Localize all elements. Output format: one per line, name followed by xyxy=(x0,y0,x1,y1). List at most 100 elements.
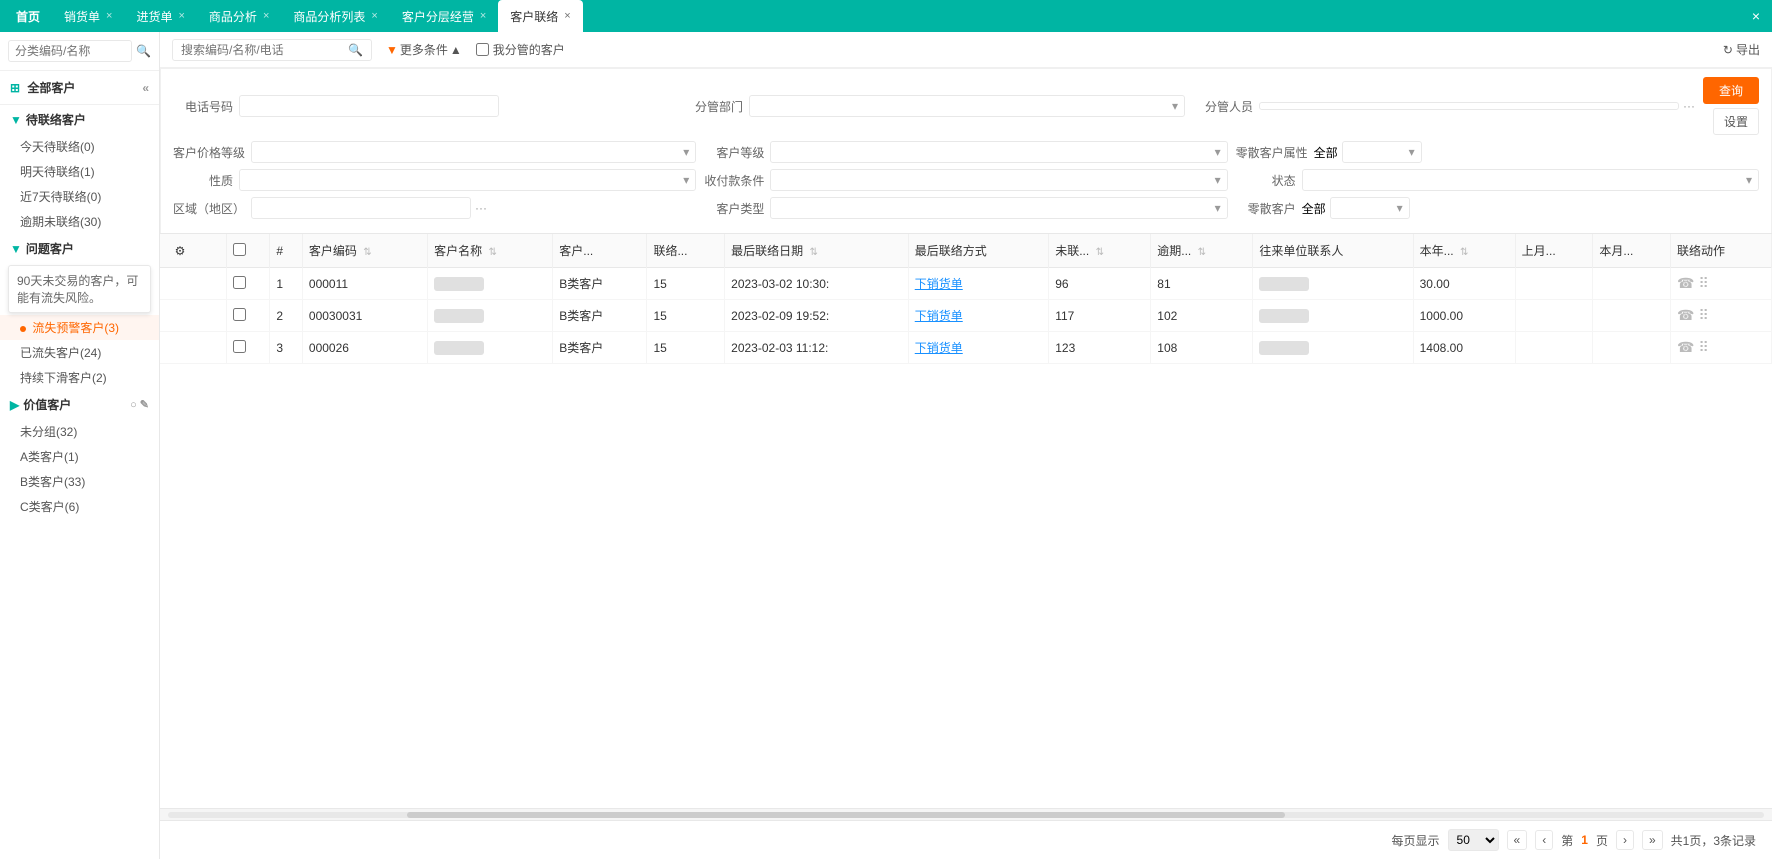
row-checkbox-2[interactable] xyxy=(227,332,270,364)
col-this-year[interactable]: 本年... ⇅ xyxy=(1413,234,1515,268)
window-close-button[interactable]: × xyxy=(1744,8,1768,24)
refresh-icon: ↻ xyxy=(1723,43,1733,57)
sidebar-item-a-class[interactable]: A类客户(1) xyxy=(0,444,159,469)
search-input[interactable] xyxy=(181,43,344,57)
retail-attr-select[interactable]: ▾ xyxy=(1342,141,1422,163)
status-select[interactable]: ▾ xyxy=(1302,169,1759,191)
sidebar-search-icon[interactable]: 🔍 xyxy=(136,44,151,58)
tab-product-list-close[interactable]: × xyxy=(371,10,377,22)
first-page-btn[interactable]: « xyxy=(1507,830,1528,850)
sort-icon-overdue: ⇅ xyxy=(1198,247,1206,258)
nature-select[interactable]: ▾ xyxy=(239,169,696,191)
col-no-contact[interactable]: 未联... ⇅ xyxy=(1049,234,1151,268)
sidebar-group-value[interactable]: ▶ 价值客户 ○ ✎ xyxy=(0,390,159,419)
col-checkbox[interactable] xyxy=(227,234,270,268)
payment-select[interactable]: ▾ xyxy=(770,169,1227,191)
row-this-month-2 xyxy=(1593,332,1671,364)
tab-purchase-close[interactable]: × xyxy=(178,10,184,22)
scrollbar-track[interactable] xyxy=(168,812,1764,818)
table-body: 1 000011 B类客户 15 2023-03-02 10:30: 下销货单 … xyxy=(160,268,1772,364)
sidebar-all-customers[interactable]: ⊞ 全部客户 « xyxy=(0,71,159,105)
row-last-month-1 xyxy=(1515,300,1593,332)
sidebar-item-c-class[interactable]: C类客户(6) xyxy=(0,494,159,519)
sidebar-item-ungroup[interactable]: 未分组(32) xyxy=(0,419,159,444)
row-index-2: 3 xyxy=(270,332,303,364)
row-contact-type-2[interactable]: 下销货单 xyxy=(908,332,1048,364)
last-page-btn[interactable]: » xyxy=(1642,830,1663,850)
sidebar-item-b-class[interactable]: B类客户(33) xyxy=(0,469,159,494)
sidebar-search-input[interactable] xyxy=(8,40,132,62)
sidebar-item-declining[interactable]: 持续下滑客户(2) xyxy=(0,365,159,390)
sidebar-item-week[interactable]: 近7天待联络(0) xyxy=(0,184,159,209)
tab-product-list[interactable]: 商品分析列表 × xyxy=(281,0,389,32)
sidebar-group-pending[interactable]: ▼ 待联络客户 xyxy=(0,105,159,134)
col-contact: 联络... xyxy=(647,234,725,268)
row-contact-type-1[interactable]: 下销货单 xyxy=(908,300,1048,332)
prev-page-btn[interactable]: ‹ xyxy=(1535,830,1553,850)
filter-more-btn[interactable]: ▼ 更多条件 ▲ xyxy=(380,38,468,61)
query-button[interactable]: 查询 xyxy=(1703,77,1759,104)
retail-value: 全部 xyxy=(1302,200,1326,217)
status-label: 状态 xyxy=(1236,172,1296,189)
col-last-contact-date[interactable]: 最后联络日期 ⇅ xyxy=(725,234,909,268)
tab-home[interactable]: 首页 xyxy=(4,0,52,32)
next-page-btn[interactable]: › xyxy=(1616,830,1634,850)
sidebar-item-tomorrow[interactable]: 明天待联络(1) xyxy=(0,159,159,184)
price-grade-select[interactable]: ▾ xyxy=(251,141,696,163)
sidebar-item-overdue[interactable]: 逾期未联络(30) xyxy=(0,209,159,234)
tab-product-analysis[interactable]: 商品分析 × xyxy=(197,0,281,32)
row-checkbox-0[interactable] xyxy=(227,268,270,300)
col-overdue[interactable]: 逾期... ⇅ xyxy=(1151,234,1253,268)
tab-customer-layer[interactable]: 客户分层经营 × xyxy=(390,0,498,32)
sidebar-item-today[interactable]: 今天待联络(0) xyxy=(0,134,159,159)
retail-select[interactable]: ▾ xyxy=(1330,197,1410,219)
action-more-icon-0[interactable]: ⠿ xyxy=(1699,275,1709,292)
dept-select[interactable]: ▾ xyxy=(749,95,1185,117)
customer-type-arrow: ▾ xyxy=(1215,201,1221,215)
row-name-2 xyxy=(428,332,553,364)
action-more-icon-2[interactable]: ⠿ xyxy=(1699,339,1709,356)
region-input[interactable] xyxy=(251,197,471,219)
my-customers-wrap[interactable]: 我分管的客户 xyxy=(476,41,565,58)
sidebar-item-churned[interactable]: 已流失客户(24) xyxy=(0,340,159,365)
region-more[interactable]: ··· xyxy=(475,201,487,215)
search-icon[interactable]: 🔍 xyxy=(348,43,363,57)
action-phone-icon-2[interactable]: ☎ xyxy=(1677,339,1694,356)
sidebar-collapse-icon: « xyxy=(142,81,149,95)
tab-sales[interactable]: 销货单 × xyxy=(52,0,124,32)
row-contact-0: 15 xyxy=(647,268,725,300)
scrollbar-thumb[interactable] xyxy=(407,812,1285,818)
col-gear[interactable]: ⚙ xyxy=(160,234,227,268)
tab-purchase[interactable]: 进货单 × xyxy=(124,0,196,32)
phone-input[interactable] xyxy=(239,95,499,117)
row-index-1: 2 xyxy=(270,300,303,332)
sidebar-item-churn-warning[interactable]: 流失预警客户(3) xyxy=(0,315,159,340)
sidebar-group-problem[interactable]: ▼ 问题客户 xyxy=(0,234,159,263)
row-checkbox-1[interactable] xyxy=(227,300,270,332)
row-code-1: 00030031 xyxy=(302,300,427,332)
horizontal-scrollbar[interactable] xyxy=(160,808,1772,820)
filter-field-retail-attr: 零散客户属性 全部 ▾ xyxy=(1236,141,1759,163)
tab-customer-contact[interactable]: 客户联络 × xyxy=(498,0,582,32)
manager-select[interactable] xyxy=(1259,102,1679,110)
tab-product-analysis-close[interactable]: × xyxy=(263,10,269,22)
sort-icon-code: ⇅ xyxy=(363,247,371,258)
row-contact-type-0[interactable]: 下销货单 xyxy=(908,268,1048,300)
sidebar-group-problem-label: 问题客户 xyxy=(26,240,74,257)
customer-type-select[interactable]: ▾ xyxy=(770,197,1227,219)
col-code[interactable]: 客户编码 ⇅ xyxy=(302,234,427,268)
my-customers-checkbox[interactable] xyxy=(476,43,489,56)
per-page-select[interactable]: 50 100 200 xyxy=(1448,829,1499,851)
manager-more-icon[interactable]: ··· xyxy=(1683,99,1695,113)
tab-customer-contact-close[interactable]: × xyxy=(564,10,570,22)
settings-button[interactable]: 设置 xyxy=(1713,108,1759,135)
col-name[interactable]: 客户名称 ⇅ xyxy=(428,234,553,268)
action-phone-icon-1[interactable]: ☎ xyxy=(1677,307,1694,324)
action-more-icon-1[interactable]: ⠿ xyxy=(1699,307,1709,324)
tab-customer-layer-close[interactable]: × xyxy=(480,10,486,22)
tab-sales-close[interactable]: × xyxy=(106,10,112,22)
action-phone-icon-0[interactable]: ☎ xyxy=(1677,275,1694,292)
customer-grade-select[interactable]: ▾ xyxy=(770,141,1227,163)
export-button[interactable]: ↻ 导出 xyxy=(1723,41,1760,58)
select-all-checkbox[interactable] xyxy=(233,243,246,256)
